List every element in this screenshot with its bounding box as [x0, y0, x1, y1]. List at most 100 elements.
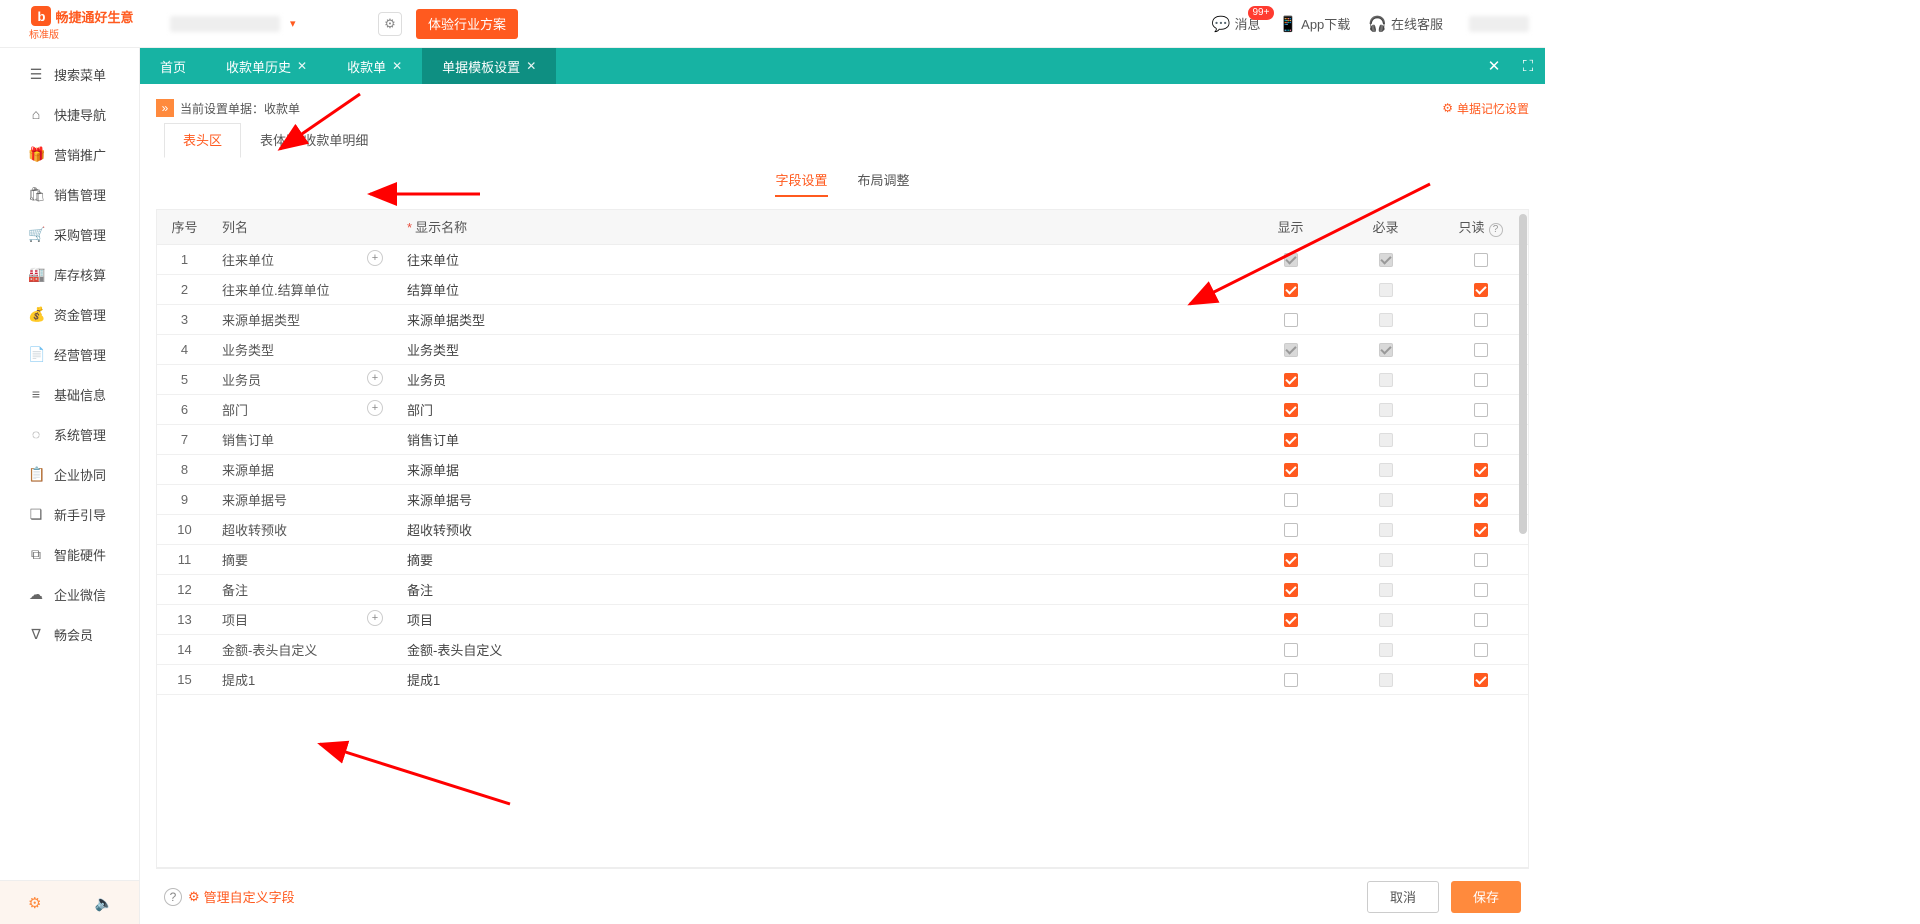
checkbox[interactable] [1284, 583, 1298, 597]
add-icon[interactable]: + [367, 250, 383, 266]
checkbox[interactable] [1284, 523, 1298, 537]
checkbox[interactable] [1284, 493, 1298, 507]
settings-icon[interactable]: ⚙ [378, 12, 402, 36]
cell-display[interactable]: 来源单据类型 [397, 304, 1243, 334]
sidebar-item-8[interactable]: ≡基础信息 [0, 374, 139, 414]
help-icon[interactable]: ? [164, 888, 182, 906]
manage-custom-fields-link[interactable]: ⚙ 管理自定义字段 [188, 887, 295, 906]
cell-show [1243, 304, 1338, 334]
checkbox[interactable] [1474, 643, 1488, 657]
save-button[interactable]: 保存 [1451, 881, 1521, 913]
cell-display[interactable]: 摘要 [397, 544, 1243, 574]
cell-display[interactable]: 往来单位 [397, 244, 1243, 274]
messages-link[interactable]: 💬 消息 99+ [1212, 14, 1261, 33]
cell-display[interactable]: 结算单位 [397, 274, 1243, 304]
checkbox[interactable] [1474, 403, 1488, 417]
area-tab-1[interactable]: 表体区-收款单明细 [241, 123, 387, 158]
sidebar-item-10[interactable]: 📋企业协同 [0, 454, 139, 494]
sidebar-label: 采购管理 [54, 225, 106, 244]
memory-settings-link[interactable]: ⚙ 单据记忆设置 [1442, 100, 1529, 117]
sidebar-icon: 🛒 [28, 226, 44, 243]
checkbox[interactable] [1474, 613, 1488, 627]
cell-display[interactable]: 超收转预收 [397, 514, 1243, 544]
checkbox[interactable] [1284, 553, 1298, 567]
tab-3[interactable]: 单据模板设置✕ [422, 48, 556, 84]
col-name: 列名 [212, 210, 397, 244]
cell-display[interactable]: 来源单据号 [397, 484, 1243, 514]
checkbox[interactable] [1474, 673, 1488, 687]
checkbox[interactable] [1474, 343, 1488, 357]
sidebar-item-13[interactable]: ☁企业微信 [0, 574, 139, 614]
checkbox[interactable] [1474, 433, 1488, 447]
tab-2[interactable]: 收款单✕ [327, 48, 422, 84]
checkbox[interactable] [1474, 523, 1488, 537]
support-link[interactable]: 🎧 在线客服 [1368, 14, 1443, 33]
close-icon[interactable]: ✕ [297, 59, 307, 73]
expand-context-icon[interactable]: » [156, 99, 174, 117]
sidebar-item-9[interactable]: ◌系统管理 [0, 414, 139, 454]
sidebar-item-1[interactable]: ⌂快捷导航 [0, 94, 139, 134]
checkbox[interactable] [1474, 553, 1488, 567]
sidebar-item-6[interactable]: 💰资金管理 [0, 294, 139, 334]
checkbox[interactable] [1474, 313, 1488, 327]
cancel-button[interactable]: 取消 [1367, 881, 1439, 913]
checkbox[interactable] [1284, 463, 1298, 477]
sidebar-item-11[interactable]: ❏新手引导 [0, 494, 139, 534]
scrollbar[interactable] [1519, 214, 1527, 534]
checkbox[interactable] [1284, 673, 1298, 687]
checkbox[interactable] [1474, 493, 1488, 507]
checkbox[interactable] [1284, 433, 1298, 447]
cell-index: 6 [157, 394, 212, 424]
sidebar-item-5[interactable]: 🏭库存核算 [0, 254, 139, 294]
area-tab-0[interactable]: 表头区 [164, 123, 241, 158]
sidebar-item-0[interactable]: ☰搜索菜单 [0, 54, 139, 94]
cell-display[interactable]: 业务类型 [397, 334, 1243, 364]
checkbox[interactable] [1474, 373, 1488, 387]
sidebar-item-14[interactable]: ∇畅会员 [0, 614, 139, 654]
help-icon[interactable]: ? [1489, 223, 1503, 237]
tab-close-all-icon[interactable]: ✕ [1477, 48, 1511, 84]
tab-0[interactable]: 首页 [140, 48, 206, 84]
sidebar-item-2[interactable]: 🎁营销推广 [0, 134, 139, 174]
checkbox[interactable] [1474, 253, 1488, 267]
tab-1[interactable]: 收款单历史✕ [206, 48, 327, 84]
add-icon[interactable]: + [367, 370, 383, 386]
cell-display[interactable]: 业务员 [397, 364, 1243, 394]
cell-display[interactable]: 来源单据 [397, 454, 1243, 484]
checkbox[interactable] [1474, 583, 1488, 597]
add-icon[interactable]: + [367, 610, 383, 626]
checkbox[interactable] [1284, 313, 1298, 327]
sidebar-item-4[interactable]: 🛒 采购管理 [0, 214, 139, 254]
org-selector[interactable]: ▾ [170, 16, 370, 32]
close-icon[interactable]: ✕ [526, 59, 536, 73]
checkbox[interactable] [1284, 283, 1298, 297]
try-plan-button[interactable]: 体验行业方案 [416, 9, 518, 39]
checkbox[interactable] [1284, 373, 1298, 387]
cell-required [1338, 334, 1433, 364]
sidebar-settings-icon[interactable]: ⚙ [0, 894, 70, 912]
download-link[interactable]: 📱 App下载 [1278, 14, 1350, 33]
headset-icon: 🎧 [1368, 15, 1387, 33]
checkbox[interactable] [1474, 463, 1488, 477]
add-icon[interactable]: + [367, 400, 383, 416]
sidebar-item-3[interactable]: 🛍销售管理 [0, 174, 139, 214]
sidebar-collapse-icon[interactable]: 🔈 [70, 894, 140, 912]
cell-display[interactable]: 备注 [397, 574, 1243, 604]
cell-display[interactable]: 销售订单 [397, 424, 1243, 454]
sub-tab-0[interactable]: 字段设置 [775, 170, 827, 197]
fullscreen-icon[interactable]: ⛶ [1511, 48, 1545, 84]
checkbox[interactable] [1284, 613, 1298, 627]
sidebar-item-7[interactable]: 📄经营管理 [0, 334, 139, 374]
checkbox[interactable] [1474, 283, 1488, 297]
cell-required [1338, 274, 1433, 304]
close-icon[interactable]: ✕ [392, 59, 402, 73]
cell-display[interactable]: 部门 [397, 394, 1243, 424]
cell-display[interactable]: 金额-表头自定义 [397, 634, 1243, 664]
cell-display[interactable]: 提成1 [397, 664, 1243, 694]
sub-tab-1[interactable]: 布局调整 [858, 170, 910, 197]
cell-name: 超收转预收 [212, 514, 397, 544]
checkbox[interactable] [1284, 403, 1298, 417]
checkbox[interactable] [1284, 643, 1298, 657]
cell-display[interactable]: 项目 [397, 604, 1243, 634]
sidebar-item-12[interactable]: ⧉智能硬件 [0, 534, 139, 574]
